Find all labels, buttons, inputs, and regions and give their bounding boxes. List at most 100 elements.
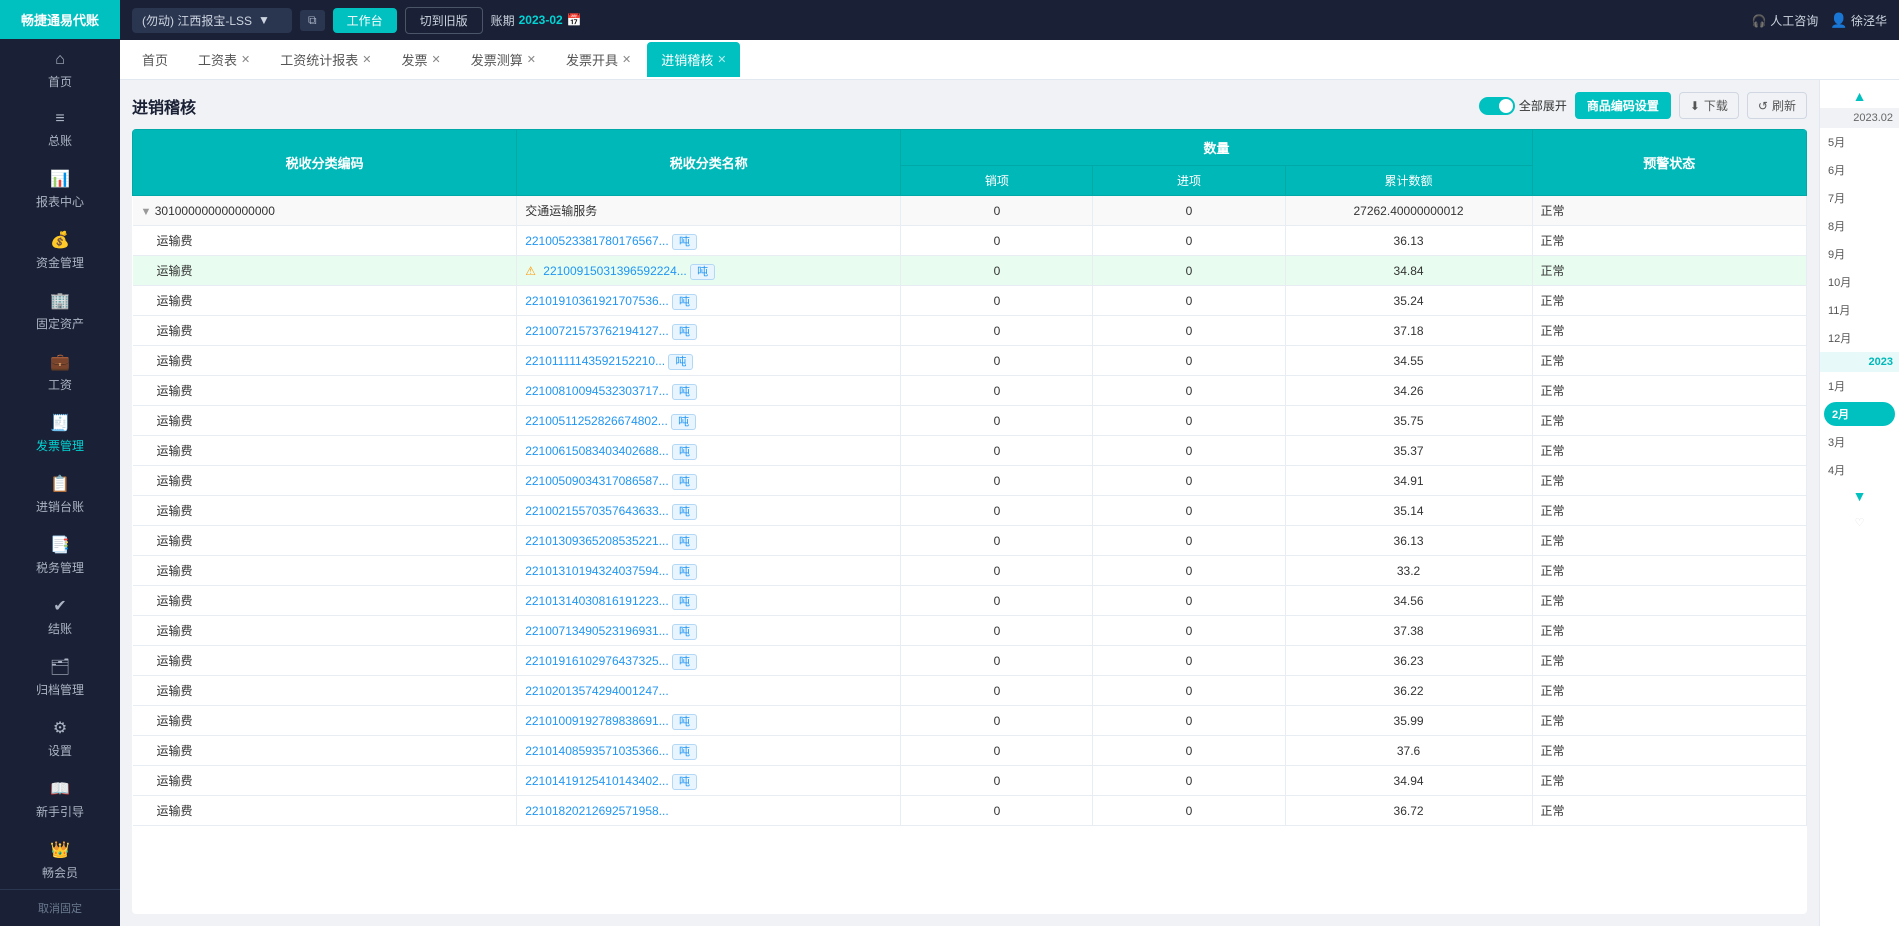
funds-icon: 💰 [50,230,70,250]
unpin-label: 取消固定 [38,903,82,915]
row-invoice-7: 22100615083403402688... 吨 [517,436,901,466]
col-tax-code: 税收分类编码 [133,130,517,196]
row-purchase-7: 0 [1093,436,1285,466]
switch-version-button[interactable]: 切到旧版 [405,7,483,34]
calendar-month-oct[interactable]: 10月 [1820,268,1899,296]
row-status-9: 正常 [1532,496,1806,526]
ledger-icon: ≡ [55,110,64,128]
tag-btn-7[interactable]: 吨 [672,444,697,460]
tag-btn-17[interactable]: 吨 [672,744,697,760]
row-status-3: 正常 [1532,316,1806,346]
tag-btn-4[interactable]: 吨 [668,354,693,370]
sidebar-item-purchase[interactable]: 📋 进销台账 [0,462,120,523]
toggle-label: 全部展开 [1519,97,1567,114]
sidebar-item-member[interactable]: 👑 畅会员 [0,828,120,889]
copy-button[interactable]: ⧉ [300,10,325,31]
tag-btn-11[interactable]: 吨 [672,564,697,580]
row-name-0: 运输费 [133,226,517,256]
sidebar-item-reports[interactable]: 📊 报表中心 [0,157,120,218]
tag-btn-12[interactable]: 吨 [672,594,697,610]
tab-close-reconcile[interactable]: ✕ [717,53,726,66]
calendar-month-aug[interactable]: 8月 [1820,212,1899,240]
sidebar-item-home[interactable]: ⌂ 首页 [0,39,120,98]
sidebar-item-invoice[interactable]: 🧾 发票管理 [0,401,120,462]
tab-payroll[interactable]: 工资表 ✕ [184,42,264,77]
calendar-icon[interactable]: 📅 [567,13,582,27]
app-logo: 畅捷通易代账 [0,0,120,39]
tag-btn-6[interactable]: 吨 [671,414,696,430]
sidebar-item-label: 畅会员 [42,864,78,881]
sidebar-item-archive[interactable]: 🗂 归档管理 [0,645,120,706]
tag-btn-5[interactable]: 吨 [672,384,697,400]
row-purchase-19: 0 [1093,796,1285,826]
sidebar-item-ledger[interactable]: ≡ 总账 [0,98,120,157]
row-purchase-6: 0 [1093,406,1285,436]
row-invoice-10: 22101309365208535221... 吨 [517,526,901,556]
tab-invoice-open[interactable]: 发票开具 ✕ [552,42,645,77]
refresh-btn[interactable]: ↺ 刷新 [1747,92,1807,119]
tag-btn-16[interactable]: 吨 [672,714,697,730]
sidebar-item-funds[interactable]: 💰 资金管理 [0,218,120,279]
tag-btn-9[interactable]: 吨 [672,504,697,520]
support-link[interactable]: 🎧 人工咨询 [1752,12,1818,29]
sidebar-item-guide[interactable]: 📖 新手引导 [0,767,120,828]
favorite-icon[interactable]: ♡ [1820,508,1899,537]
toggle-track[interactable] [1479,97,1515,115]
parent-sales: 0 [901,196,1093,226]
calendar-down-button[interactable]: ▼ [1820,484,1899,508]
tag-btn-0[interactable]: 吨 [672,234,697,250]
user-info[interactable]: 👤 徐泾华 [1830,12,1887,29]
tab-reconcile[interactable]: 进销稽核 ✕ [647,42,740,77]
sidebar-item-assets[interactable]: 🏢 固定资产 [0,279,120,340]
calendar-month-sep[interactable]: 9月 [1820,240,1899,268]
sidebar-item-settle[interactable]: ✔ 结账 [0,584,120,645]
calendar-month-nov[interactable]: 11月 [1820,296,1899,324]
tag-btn-13[interactable]: 吨 [672,624,697,640]
expand-toggle[interactable]: 全部展开 [1479,97,1567,115]
row-invoice-11: 22101310194324037594... 吨 [517,556,901,586]
company-selector[interactable]: (勿动) 江西报宝-LSS ▼ [132,8,292,33]
tag-btn-10[interactable]: 吨 [672,534,697,550]
calendar-up-button[interactable]: ▲ [1820,84,1899,108]
company-name: (勿动) 江西报宝-LSS [142,12,252,29]
tab-invoice-calc[interactable]: 发票测算 ✕ [457,42,550,77]
tab-home[interactable]: 首页 [128,42,182,77]
tab-close-invoice-calc[interactable]: ✕ [527,53,536,66]
tab-invoice[interactable]: 发票 ✕ [387,42,454,77]
unpin-button[interactable]: 取消固定 [0,889,120,926]
tab-close-invoice-open[interactable]: ✕ [622,53,631,66]
calendar-month-jul[interactable]: 7月 [1820,184,1899,212]
settings-btn[interactable]: 商品编码设置 [1575,92,1671,119]
sidebar-item-salary[interactable]: 💼 工资 [0,340,120,401]
calendar-month-mar[interactable]: 3月 [1820,428,1899,456]
tab-close-payroll[interactable]: ✕ [241,53,250,66]
tab-payroll-stats[interactable]: 工资统计报表 ✕ [266,42,385,77]
row-status-13: 正常 [1532,616,1806,646]
calendar-month-jun[interactable]: 6月 [1820,156,1899,184]
tag-btn-8[interactable]: 吨 [672,474,697,490]
row-name-19: 运输费 [133,796,517,826]
workbench-button[interactable]: 工作台 [333,8,397,33]
calendar-month-apr[interactable]: 4月 [1820,456,1899,484]
tab-close-invoice[interactable]: ✕ [432,53,441,66]
sidebar-item-label: 首页 [48,73,72,90]
calendar-month-may[interactable]: 5月 [1820,128,1899,156]
archive-icon: 🗂 [50,657,70,677]
calendar-month-dec[interactable]: 12月 [1820,324,1899,352]
tag-btn-2[interactable]: 吨 [672,294,697,310]
sidebar-item-tax[interactable]: 📑 税务管理 [0,523,120,584]
calendar-month-feb[interactable]: 2月 [1824,402,1895,426]
tag-btn-14[interactable]: 吨 [672,654,697,670]
sidebar-item-settings[interactable]: ⚙ 设置 [0,706,120,767]
tag-btn-1[interactable]: 吨 [690,264,715,280]
tag-btn-18[interactable]: 吨 [672,774,697,790]
sidebar: 畅捷通易代账 ⌂ 首页 ≡ 总账 📊 报表中心 💰 资金管理 🏢 固定资产 💼 … [0,0,120,926]
calendar-month-jan[interactable]: 1月 [1820,372,1899,400]
row-sales-1: 0 [901,256,1093,286]
download-btn[interactable]: ⬇ 下载 [1679,92,1739,119]
row-cumulative-10: 36.13 [1285,526,1532,556]
expand-arrow[interactable]: ▼ [141,206,152,218]
tab-close-payroll-stats[interactable]: ✕ [362,53,371,66]
tag-btn-3[interactable]: 吨 [672,324,697,340]
row-name-10: 运输费 [133,526,517,556]
